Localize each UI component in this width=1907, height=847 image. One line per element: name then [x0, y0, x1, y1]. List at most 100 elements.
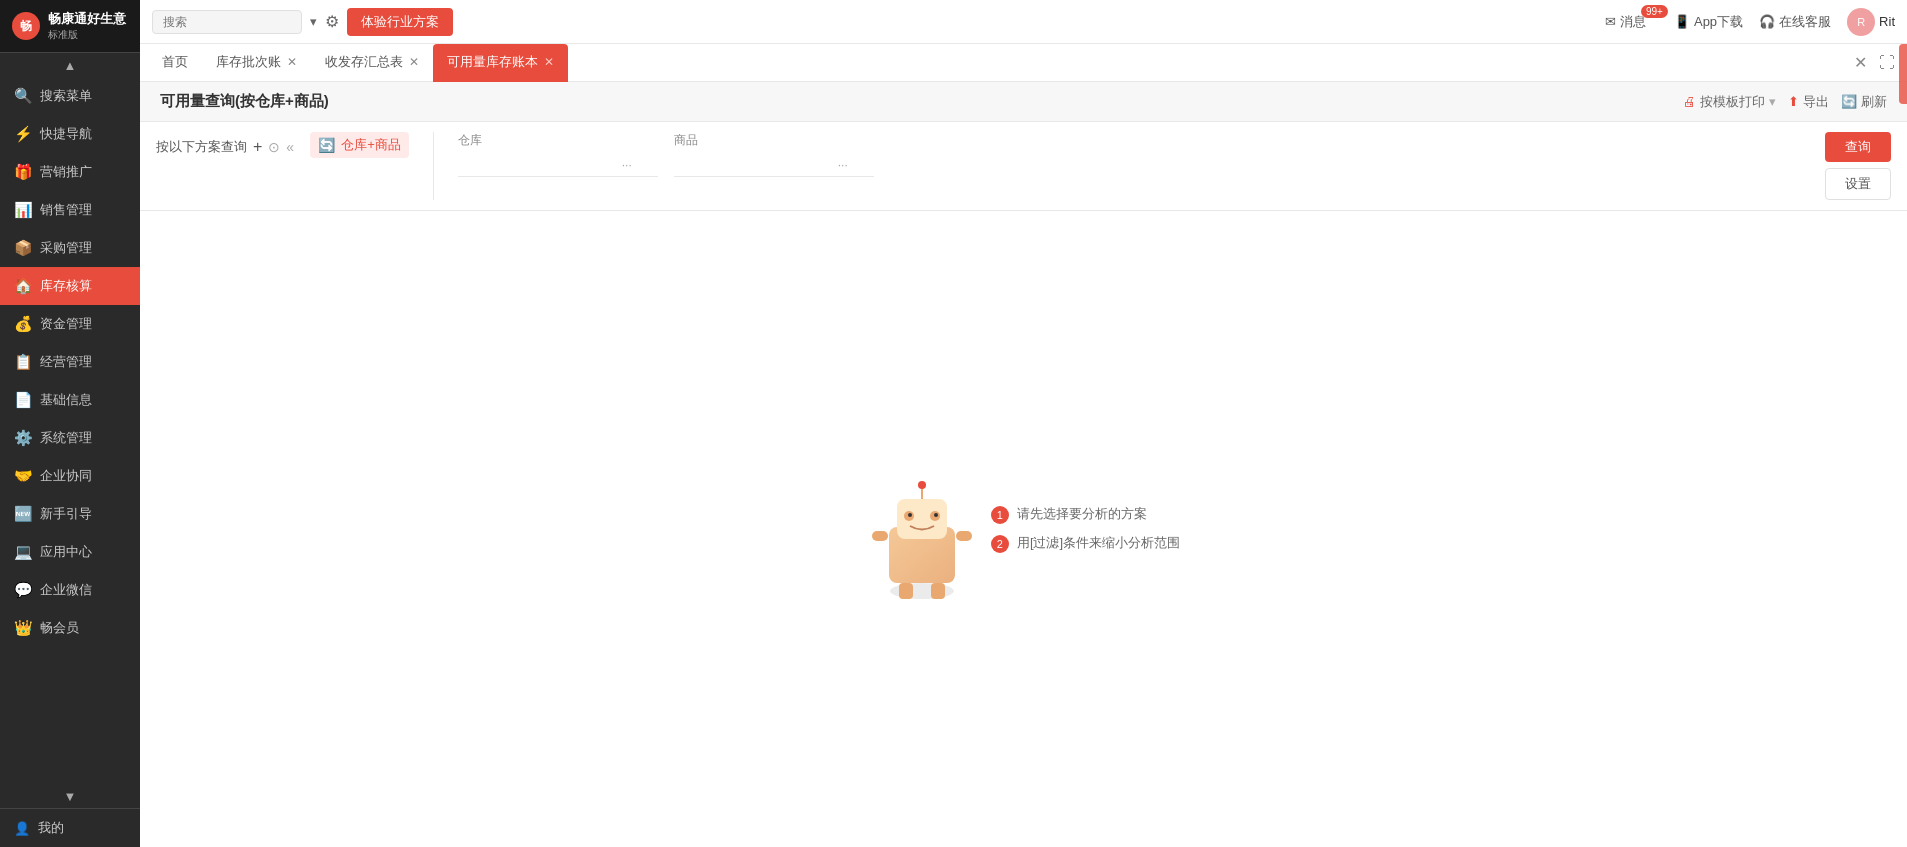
sidebar-item-sales[interactable]: 📊销售管理	[0, 191, 140, 229]
filter-panel: 按以下方案查询 + ⊙ « 🔄 仓库+商品 仓库 ··· 商品	[140, 122, 1907, 211]
sidebar-item-cooperation[interactable]: 🤝 企业协同	[0, 457, 140, 495]
svg-rect-10	[931, 583, 945, 599]
customer-service-button[interactable]: 🎧 在线客服	[1759, 13, 1831, 31]
sidebar-item-marketing[interactable]: 🎁 营销推广	[0, 153, 140, 191]
product-more-button[interactable]: ···	[838, 158, 848, 172]
tab-home-label: 首页	[162, 53, 188, 71]
refresh-button[interactable]: 🔄 刷新	[1841, 93, 1887, 111]
dropdown-chevron[interactable]: ▾	[310, 14, 317, 29]
tab-batch-account[interactable]: 库存批次账 ✕	[202, 44, 311, 82]
svg-rect-11	[872, 531, 888, 541]
sidebar-icon-system: ⚙️	[14, 429, 32, 447]
tab-receipt-summary-label: 收发存汇总表	[325, 53, 403, 71]
tip-1-text: 请先选择要分析的方案	[1017, 505, 1147, 523]
close-current-tab-button[interactable]: ✕	[1850, 49, 1871, 76]
gear-icon[interactable]: ⚙	[325, 12, 339, 31]
settings-button[interactable]: 设置	[1825, 168, 1891, 200]
warehouse-more-button[interactable]: ···	[622, 158, 632, 172]
tab-batch-account-close[interactable]: ✕	[287, 55, 297, 69]
sidebar-label-finance: 资金管理	[40, 315, 92, 333]
filter-label-group: 按以下方案查询 + ⊙ «	[156, 132, 294, 156]
warehouse-input[interactable]	[458, 157, 618, 172]
sidebar-label-basic: 基础信息	[40, 391, 92, 409]
sidebar-bottom-item[interactable]: 👤 我的	[0, 808, 140, 847]
avatar: R	[1847, 8, 1875, 36]
warehouse-input-wrapper: ···	[458, 153, 658, 177]
sidebar-label-search: 搜索菜单	[40, 87, 92, 105]
sidebar-title-block: 畅康通好生意 标准版	[48, 10, 126, 42]
sidebar-subtitle: 标准版	[48, 28, 126, 42]
sidebar-label-cooperation: 企业协同	[40, 467, 92, 485]
warehouse-field-group: 仓库 ···	[458, 132, 658, 177]
sidebar-label-inventory: 库存核算	[40, 277, 92, 295]
message-button[interactable]: ✉ 消息 99+	[1605, 13, 1658, 31]
search-input[interactable]	[152, 10, 302, 34]
sidebar-label-member: 畅会员	[40, 619, 79, 637]
sidebar-icon-search: 🔍	[14, 87, 32, 105]
sidebar-icon-marketing: 🎁	[14, 163, 32, 181]
sidebar-label-marketing: 营销推广	[40, 163, 92, 181]
sidebar-label-app-center: 应用中心	[40, 543, 92, 561]
tab-receipt-summary-close[interactable]: ✕	[409, 55, 419, 69]
print-dropdown-icon[interactable]: ▾	[1769, 94, 1776, 109]
refresh-icon: 🔄	[1841, 94, 1857, 109]
sidebar-icon-basic: 📄	[14, 391, 32, 409]
tip-1-number: 1	[991, 506, 1009, 524]
scheme-label: 仓库+商品	[341, 136, 401, 154]
trial-button[interactable]: 体验行业方案	[347, 8, 453, 36]
sidebar-item-finance[interactable]: 💰 资金管理	[0, 305, 140, 343]
sidebar-item-search[interactable]: 🔍 搜索菜单	[0, 77, 140, 115]
sidebar-item-member[interactable]: 👑畅会员	[0, 609, 140, 647]
sidebar-icon-inventory: 🏠	[14, 277, 32, 295]
sidebar-label-wechat: 企业微信	[40, 581, 92, 599]
filter-add-icon[interactable]: +	[253, 138, 262, 156]
sidebar: 畅 畅康通好生意 标准版 ▲ 🔍 搜索菜单 ⚡快捷导航 🎁 营销推广 📊销售管理📦采购管理…	[0, 0, 140, 847]
sidebar-item-inventory[interactable]: 🏠 库存核算	[0, 267, 140, 305]
sidebar-item-app-center[interactable]: 💻应用中心	[0, 533, 140, 571]
maximize-tab-button[interactable]: ⛶	[1875, 50, 1899, 76]
query-button[interactable]: 查询	[1825, 132, 1891, 162]
user-menu[interactable]: R Rit	[1847, 8, 1895, 36]
warehouse-field-label: 仓库	[458, 132, 658, 149]
print-button[interactable]: 🖨 按模板打印 ▾	[1683, 93, 1776, 111]
tab-available-account-label: 可用量库存账本	[447, 53, 538, 71]
tab-receipt-summary[interactable]: 收发存汇总表 ✕	[311, 44, 433, 82]
product-input[interactable]	[674, 157, 834, 172]
tab-available-account-close[interactable]: ✕	[544, 55, 554, 69]
tab-home[interactable]: 首页	[148, 44, 202, 82]
sidebar-icon-wechat: 💬	[14, 581, 32, 599]
tab-available-account[interactable]: 可用量库存账本 ✕	[433, 44, 568, 82]
app-download-button[interactable]: 📱 App下载	[1674, 13, 1743, 31]
tip-2-text: 用[过滤]条件来缩小分析范围	[1017, 534, 1180, 552]
export-button[interactable]: ⬆ 导出	[1788, 93, 1829, 111]
tabs-bar: 首页 库存批次账 ✕ 收发存汇总表 ✕ 可用量库存账本 ✕ ✕ ⛶	[140, 44, 1907, 82]
product-field-group: 商品 ···	[674, 132, 874, 177]
svg-point-6	[934, 513, 938, 517]
filter-scheme-list: 🔄 仓库+商品	[310, 132, 409, 158]
filter-fields: 仓库 ··· 商品 ···	[458, 132, 1793, 177]
sidebar-item-operation[interactable]: 📋经营管理	[0, 343, 140, 381]
sidebar-scroll-down[interactable]: ▼	[0, 784, 140, 808]
sidebar-item-guide[interactable]: 🆕新手引导	[0, 495, 140, 533]
filter-collapse-icon[interactable]: «	[286, 139, 294, 155]
sidebar-item-quick-nav[interactable]: ⚡快捷导航	[0, 115, 140, 153]
sidebar-label-purchase: 采购管理	[40, 239, 92, 257]
sidebar-scroll-up[interactable]: ▲	[0, 53, 140, 77]
sidebar-item-wechat[interactable]: 💬 企业微信	[0, 571, 140, 609]
sidebar-icon-guide: 🆕	[14, 505, 32, 523]
right-scroll-indicator	[1899, 44, 1907, 104]
scheme-item[interactable]: 🔄 仓库+商品	[310, 132, 409, 158]
sidebar-item-purchase[interactable]: 📦采购管理	[0, 229, 140, 267]
refresh-label: 刷新	[1861, 93, 1887, 111]
filter-settings-icon[interactable]: ⊙	[268, 139, 280, 155]
sidebar-item-system[interactable]: ⚙️系统管理	[0, 419, 140, 457]
topbar-right: ✉ 消息 99+ 📱 App下载 🎧 在线客服 R Rit	[1605, 8, 1895, 36]
app-download-label: App下载	[1694, 13, 1743, 31]
empty-tips: 1 请先选择要分析的方案 2 用[过滤]条件来缩小分析范围	[991, 505, 1180, 553]
empty-tip-1: 1 请先选择要分析的方案	[991, 505, 1180, 524]
sidebar-icon-cooperation: 🤝	[14, 467, 32, 485]
sidebar-icon-finance: 💰	[14, 315, 32, 333]
sidebar-logo: 畅	[12, 12, 40, 40]
sidebar-item-basic[interactable]: 📄 基础信息	[0, 381, 140, 419]
headset-icon: 🎧	[1759, 14, 1775, 29]
